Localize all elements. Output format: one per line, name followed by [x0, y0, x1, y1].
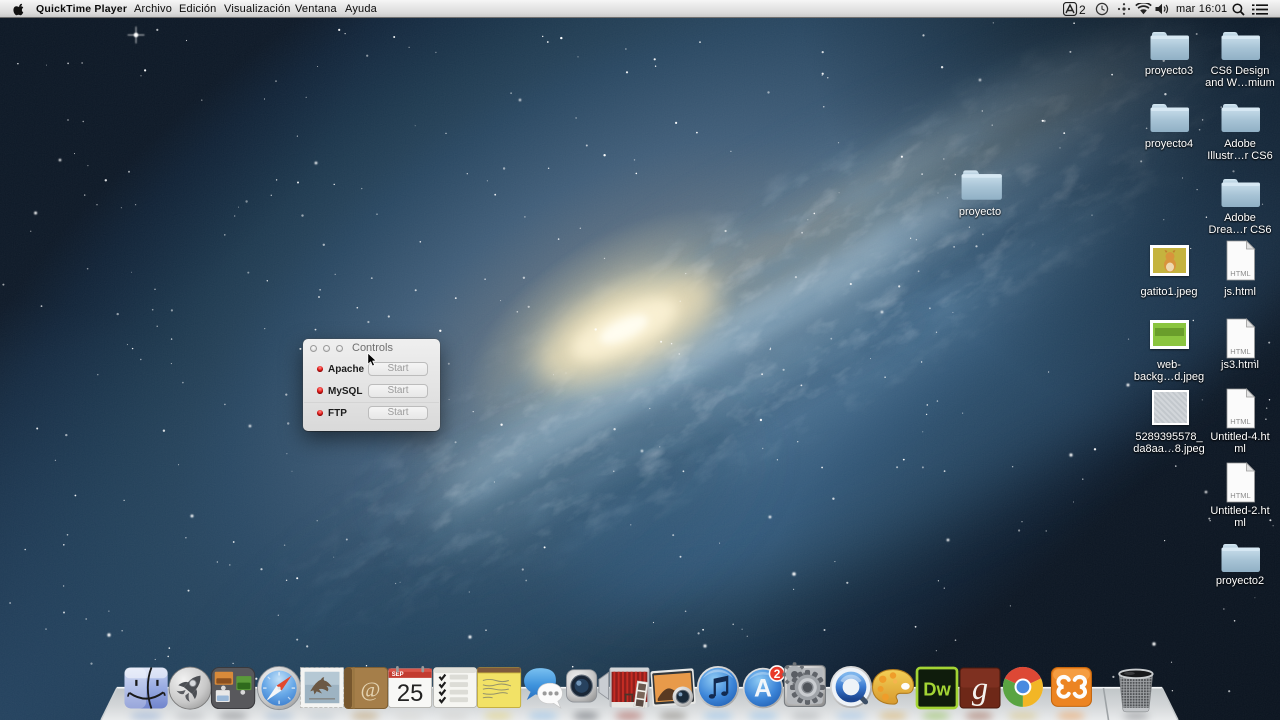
svg-text:@: @ — [360, 678, 380, 702]
svg-text:25: 25 — [397, 680, 423, 707]
svg-text:Dw: Dw — [923, 679, 951, 700]
svg-text:2: 2 — [1079, 3, 1086, 16]
svg-text:SEP: SEP — [392, 672, 404, 678]
svg-text:A: A — [754, 676, 772, 703]
svg-text:2: 2 — [774, 667, 781, 681]
svg-text:g: g — [972, 671, 988, 707]
